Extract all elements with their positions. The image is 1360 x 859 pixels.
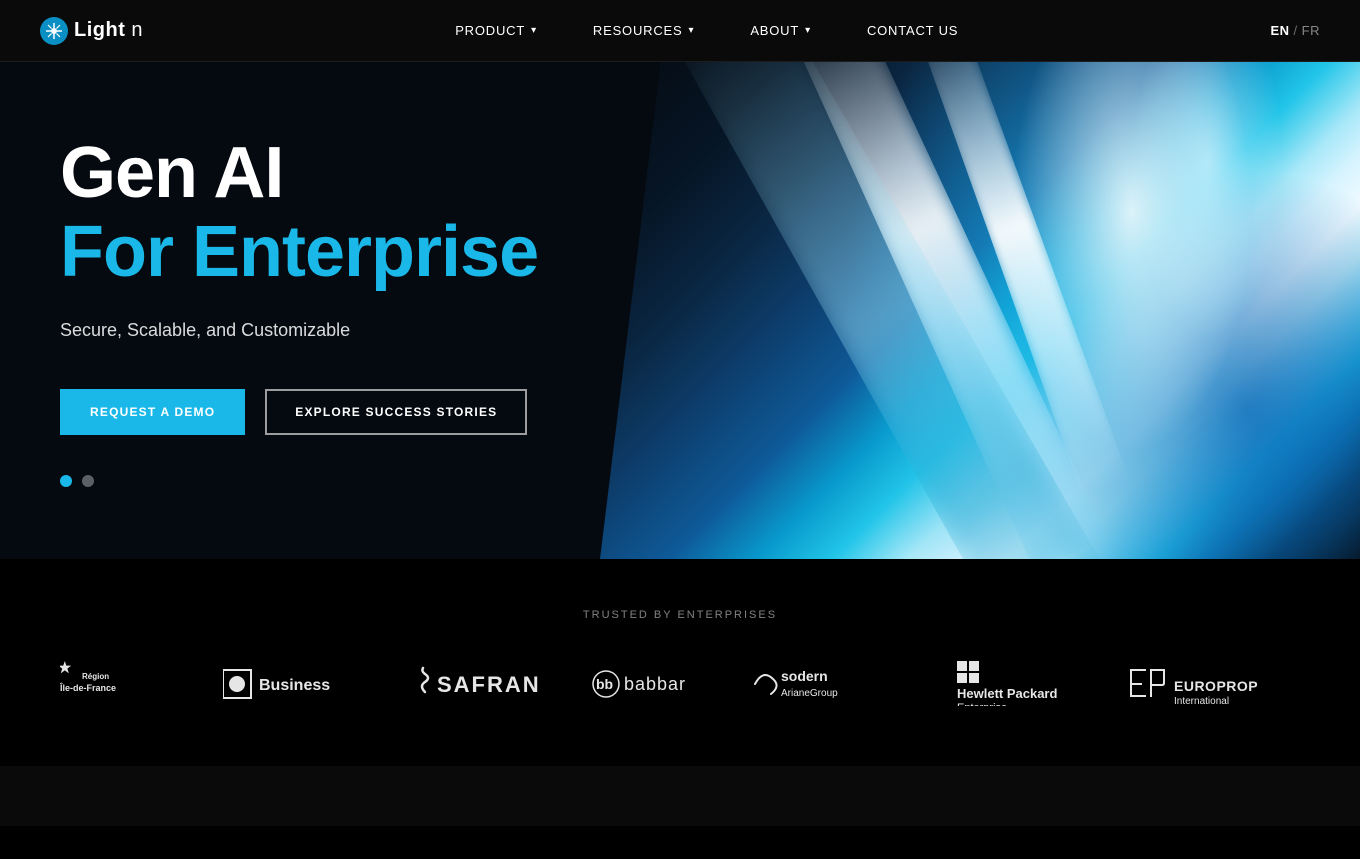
svg-text:Hewlett Packard: Hewlett Packard bbox=[957, 686, 1057, 701]
nav-menu: PRODUCT ▾ RESOURCES ▾ ABOUT ▾ CONTACT US bbox=[427, 0, 986, 62]
logo-hpe: Hewlett Packard Enterprise bbox=[957, 661, 1087, 706]
svg-text:ArianeGroup: ArianeGroup bbox=[781, 688, 838, 699]
logo[interactable]: Lightn bbox=[40, 17, 143, 45]
svg-text:International: International bbox=[1174, 696, 1229, 704]
trusted-label: TRUSTED BY ENTERPRISES bbox=[60, 609, 1300, 621]
svg-text:EUROPROP: EUROPROP bbox=[1174, 678, 1258, 694]
logo-icon bbox=[40, 17, 68, 45]
dot-1[interactable] bbox=[60, 475, 72, 487]
svg-text:Enterprise: Enterprise bbox=[957, 702, 1007, 706]
logo-babbar: bb babbar bbox=[590, 664, 710, 704]
lang-en[interactable]: EN bbox=[1270, 23, 1289, 38]
explore-stories-button[interactable]: EXPLORE SUCCESS STORIES bbox=[265, 389, 527, 435]
bottom-section bbox=[0, 766, 1360, 826]
chevron-down-icon: ▾ bbox=[531, 25, 537, 36]
logos-row: Région Île-de-France Business SAFRAN bbox=[60, 661, 1300, 706]
hero-pagination-dots bbox=[60, 475, 538, 487]
logo-orange-business: Business bbox=[223, 664, 373, 704]
navbar: Lightn PRODUCT ▾ RESOURCES ▾ ABOUT ▾ CON… bbox=[0, 0, 1360, 62]
dot-2[interactable] bbox=[82, 475, 94, 487]
svg-text:SAFRAN: SAFRAN bbox=[437, 672, 541, 697]
lang-fr[interactable]: FR bbox=[1302, 23, 1320, 38]
svg-text:babbar: babbar bbox=[624, 674, 686, 694]
nav-item-product[interactable]: PRODUCT ▾ bbox=[427, 0, 565, 62]
svg-text:Région: Région bbox=[82, 672, 109, 681]
svg-text:bb: bb bbox=[596, 676, 613, 692]
hero-content: Gen AI For Enterprise Secure, Scalable, … bbox=[0, 134, 538, 487]
logo-idf: Région Île-de-France bbox=[60, 661, 180, 706]
logo-sodern: sodern ArianeGroup bbox=[753, 664, 913, 704]
language-switcher: EN / FR bbox=[1270, 23, 1320, 38]
hero-subtitle: Secure, Scalable, and Customizable bbox=[60, 320, 538, 341]
nav-item-resources[interactable]: RESOURCES ▾ bbox=[565, 0, 722, 62]
logo-safran: SAFRAN bbox=[417, 664, 547, 704]
nav-item-contact[interactable]: CONTACT US bbox=[839, 0, 986, 62]
hero-cta-group: REQUEST A DEMO EXPLORE SUCCESS STORIES bbox=[60, 389, 538, 435]
lang-separator: / bbox=[1294, 23, 1298, 38]
request-demo-button[interactable]: REQUEST A DEMO bbox=[60, 389, 245, 435]
chevron-down-icon: ▾ bbox=[805, 25, 811, 36]
svg-text:Île-de-France: Île-de-France bbox=[60, 682, 116, 693]
hero-title-blue: For Enterprise bbox=[60, 213, 538, 292]
logo-europrop: EUROPROP International bbox=[1130, 664, 1300, 704]
hero-background-overlay bbox=[600, 62, 1360, 559]
svg-text:sodern: sodern bbox=[781, 668, 828, 684]
trusted-section: TRUSTED BY ENTERPRISES Région Île-de-Fra… bbox=[0, 559, 1360, 766]
hero-section: Gen AI For Enterprise Secure, Scalable, … bbox=[0, 62, 1360, 559]
svg-text:Business: Business bbox=[259, 677, 330, 694]
hero-title-white: Gen AI bbox=[60, 134, 538, 213]
chevron-down-icon: ▾ bbox=[688, 25, 694, 36]
logo-text: Light bbox=[74, 19, 125, 42]
nav-item-about[interactable]: ABOUT ▾ bbox=[722, 0, 839, 62]
